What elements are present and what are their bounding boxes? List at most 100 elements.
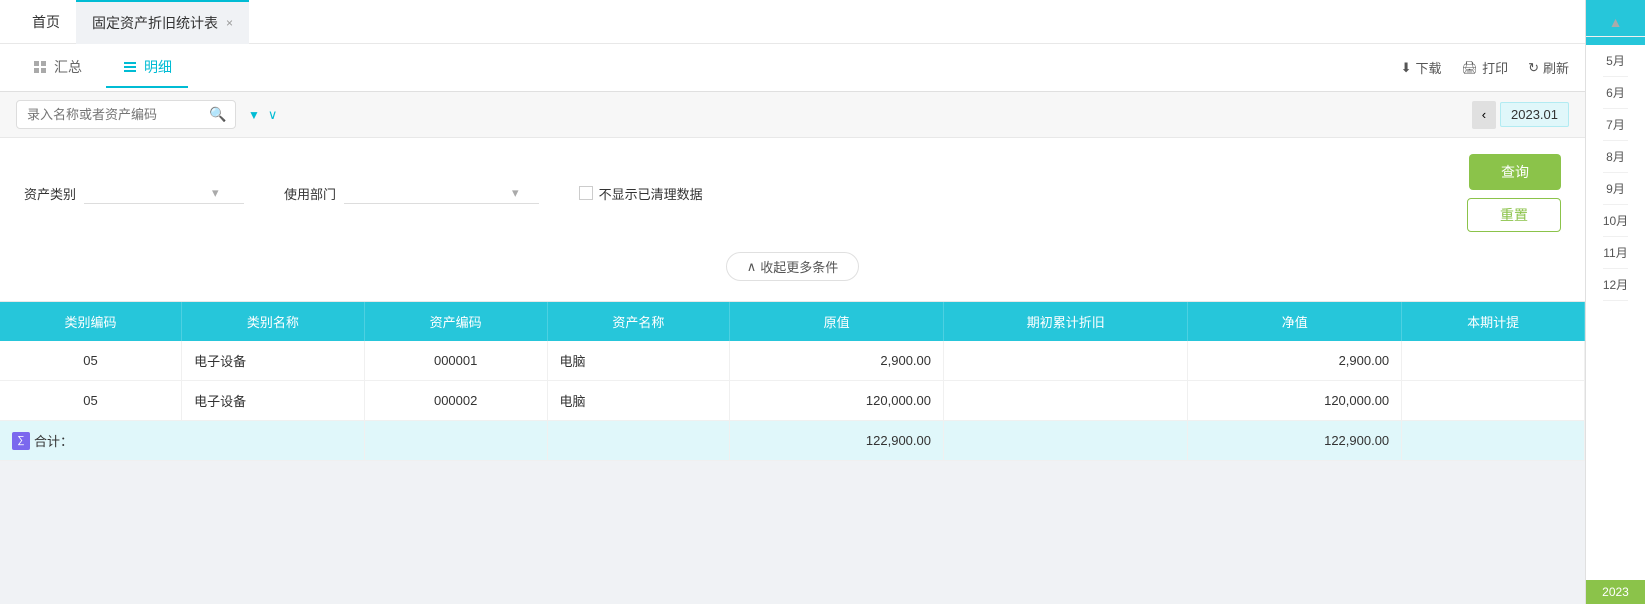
filter-panel: 资产类别 ▾ 使用部门 ▾ 不显示已清理数据 查询 重置 [0,138,1585,302]
reset-btn[interactable]: 重置 [1467,198,1561,232]
top-bar: 首页 固定资产折旧统计表 × ✕ [0,0,1585,44]
total-accumulated-dep [944,421,1188,461]
filter-icon: ▼ [248,108,260,122]
department-arrow: ▾ [512,185,519,201]
refresh-icon: ↻ [1528,60,1539,76]
cell-asset-name: 电脑 [547,341,730,381]
refresh-label: 刷新 [1543,58,1569,77]
month-item[interactable]: 10月 [1603,205,1628,237]
total-row: ∑ 合计： 122,900.00 122,900.00 [0,421,1585,461]
search-icon: 🔍 [209,106,226,123]
col-net-value: 净值 [1188,302,1402,341]
download-icon: ⬇ [1401,60,1412,76]
cell-asset-name: 电脑 [547,381,730,421]
search-bar: 🔍 ▼ ∨ ‹ 2023.01 [0,92,1585,138]
date-label: 2023.01 [1511,107,1558,122]
total-icon: ∑ [12,432,30,450]
print-icon: 🖨 [1462,60,1479,76]
asset-type-label: 资产类别 [24,184,76,203]
col-current-period: 本期计提 [1402,302,1585,341]
table-row: 05 电子设备 000002 电脑 120,000.00 120,000.00 [0,381,1585,421]
print-btn[interactable]: 🖨 打印 [1462,58,1509,77]
tab-detail[interactable]: 明细 [106,48,188,88]
month-item[interactable]: 11月 [1603,237,1628,269]
cell-category-name: 电子设备 [182,341,365,381]
data-table: 类别编码 类别名称 资产编码 资产名称 原值 期初累计折旧 净值 本期计提 05… [0,302,1585,461]
table-row: 05 电子设备 000001 电脑 2,900.00 2,900.00 [0,341,1585,381]
cell-asset-code: 000002 [364,381,547,421]
total-asset-code [364,421,547,461]
tab-home[interactable]: 首页 [16,0,76,44]
right-panel: ▲ 5月6月7月8月9月10月11月12月 2023 [1585,0,1645,604]
month-item[interactable]: 8月 [1603,141,1628,173]
search-input[interactable] [27,107,203,122]
right-panel-header: ▲ [1586,0,1645,45]
total-current-period [1402,421,1585,461]
date-badge: 2023.01 [1500,102,1569,127]
department-field: 使用部门 ▾ [284,183,539,204]
chevron-down-icon: ∨ [268,107,278,123]
cell-net-value: 2,900.00 [1188,341,1402,381]
more-conditions-btn[interactable]: ▼ ∨ [248,107,277,123]
query-btn[interactable]: 查询 [1469,154,1561,190]
cell-current-period [1402,341,1585,381]
download-btn[interactable]: ⬇ 下载 [1401,58,1442,77]
summary-icon [32,59,48,75]
total-original-value: 122,900.00 [730,421,944,461]
month-item[interactable]: 7月 [1603,109,1628,141]
col-category-code: 类别编码 [0,302,182,341]
filter-row: 资产类别 ▾ 使用部门 ▾ 不显示已清理数据 查询 重置 [24,154,1561,232]
detail-icon [122,59,138,75]
col-asset-code: 资产编码 [364,302,547,341]
cell-category-code: 05 [0,341,182,381]
table-header-row: 类别编码 类别名称 资产编码 资产名称 原值 期初累计折旧 净值 本期计提 [0,302,1585,341]
month-item[interactable]: 5月 [1603,45,1628,77]
month-list: 5月6月7月8月9月10月11月12月 [1603,45,1628,301]
sub-tabs: 汇总 明细 ⬇ 下载 🖨 打印 ↻ 刷新 [0,44,1585,92]
collapse-up-icon: ∧ [747,259,757,275]
cell-original-value: 2,900.00 [730,341,944,381]
scroll-up-btn[interactable]: ▲ [1586,8,1645,37]
asset-type-arrow: ▾ [212,185,219,201]
hide-cleared-label: 不显示已清理数据 [599,184,703,203]
month-item[interactable]: 6月 [1603,77,1628,109]
active-tab-label: 固定资产折旧统计表 [92,13,218,33]
total-label: 合计： [34,431,73,450]
toolbar-right: ⬇ 下载 🖨 打印 ↻ 刷新 [1401,58,1569,77]
summary-label: 汇总 [54,57,82,77]
col-accumulated-dep: 期初累计折旧 [944,302,1188,341]
cell-accumulated-dep [944,341,1188,381]
asset-type-select[interactable]: ▾ [84,183,244,204]
print-label: 打印 [1482,58,1508,77]
month-item[interactable]: 12月 [1603,269,1628,301]
col-asset-name: 资产名称 [547,302,730,341]
cell-category-name: 电子设备 [182,381,365,421]
col-category-name: 类别名称 [182,302,365,341]
cell-asset-code: 000001 [364,341,547,381]
tab-summary[interactable]: 汇总 [16,48,98,88]
cell-current-period [1402,381,1585,421]
table-container: 类别编码 类别名称 资产编码 资产名称 原值 期初累计折旧 净值 本期计提 05… [0,302,1585,461]
tab-active[interactable]: 固定资产折旧统计表 × [76,0,249,44]
collapse-label: 收起更多条件 [760,257,838,276]
department-select[interactable]: ▾ [344,183,539,204]
cell-net-value: 120,000.00 [1188,381,1402,421]
asset-type-field: 资产类别 ▾ [24,183,244,204]
hide-cleared-checkbox[interactable] [579,186,593,200]
date-prev-btn[interactable]: ‹ [1472,101,1496,129]
year-badge: 2023 [1586,580,1645,604]
hide-cleared-field: 不显示已清理数据 [579,184,703,203]
tab-close-btn[interactable]: × [226,16,233,30]
cell-accumulated-dep [944,381,1188,421]
cell-category-code: 05 [0,381,182,421]
refresh-btn[interactable]: ↻ 刷新 [1528,58,1569,77]
detail-label: 明细 [144,57,172,77]
download-label: 下载 [1416,58,1442,77]
total-net-value: 122,900.00 [1188,421,1402,461]
col-original-value: 原值 [730,302,944,341]
filter-buttons: 查询 重置 [1467,154,1561,232]
collapse-btn[interactable]: ∧ 收起更多条件 [726,252,860,281]
month-item[interactable]: 9月 [1603,173,1628,205]
cell-original-value: 120,000.00 [730,381,944,421]
search-field-wrapper: 🔍 [16,100,236,129]
